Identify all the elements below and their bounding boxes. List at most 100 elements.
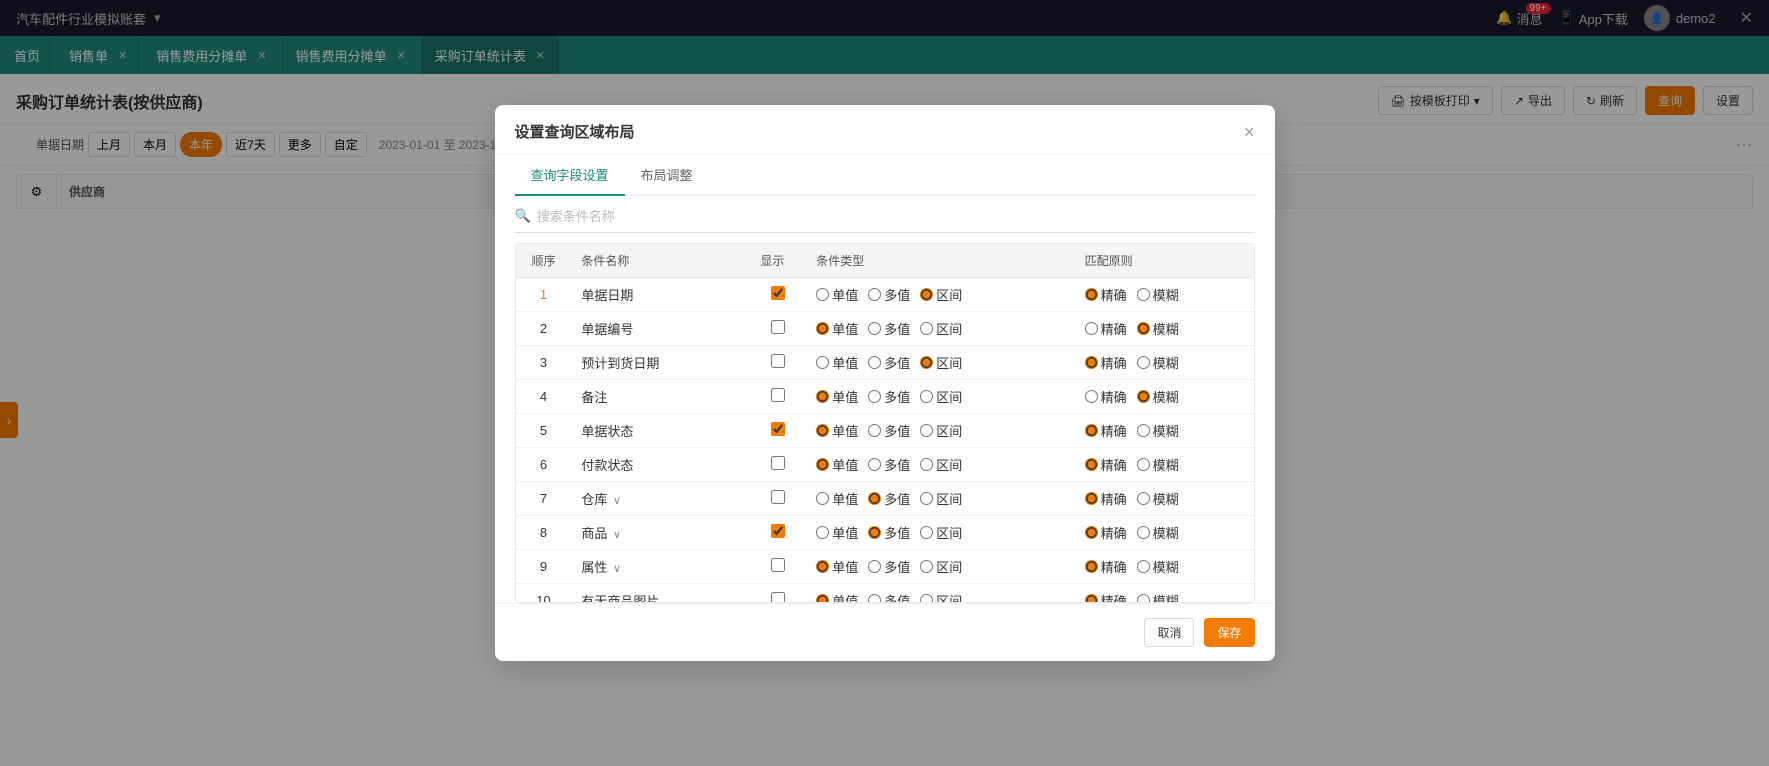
type-radio-单值[interactable]: [816, 390, 829, 403]
match-radio-模糊[interactable]: [1137, 356, 1150, 369]
expand-icon[interactable]: ∨: [613, 495, 621, 507]
match-radio-精确[interactable]: [1085, 560, 1098, 573]
show-checkbox[interactable]: [771, 490, 785, 504]
type-option-多值[interactable]: 多值: [868, 489, 910, 508]
type-radio-单值[interactable]: [816, 424, 829, 437]
match-option-精确[interactable]: 精确: [1085, 421, 1127, 440]
type-option-单值[interactable]: 单值: [816, 353, 858, 372]
match-radio-模糊[interactable]: [1137, 424, 1150, 437]
type-radio-区间[interactable]: [920, 356, 933, 369]
match-radio-模糊[interactable]: [1137, 594, 1150, 603]
type-radio-单值[interactable]: [816, 322, 829, 335]
match-option-精确[interactable]: 精确: [1085, 523, 1127, 542]
type-option-多值[interactable]: 多值: [868, 387, 910, 406]
type-option-单值[interactable]: 单值: [816, 489, 858, 508]
type-radio-区间[interactable]: [920, 492, 933, 505]
type-radio-多值[interactable]: [868, 492, 881, 505]
show-checkbox[interactable]: [771, 320, 785, 334]
match-option-精确[interactable]: 精确: [1085, 387, 1127, 406]
type-option-区间[interactable]: 区间: [920, 387, 962, 406]
match-radio-精确[interactable]: [1085, 594, 1098, 603]
type-radio-区间[interactable]: [920, 526, 933, 539]
match-radio-精确[interactable]: [1085, 424, 1098, 437]
type-radio-区间[interactable]: [920, 424, 933, 437]
save-button[interactable]: 保存: [1204, 618, 1254, 647]
type-radio-单值[interactable]: [816, 492, 829, 505]
type-radio-单值[interactable]: [816, 288, 829, 301]
type-option-多值[interactable]: 多值: [868, 523, 910, 542]
type-radio-区间[interactable]: [920, 560, 933, 573]
type-option-多值[interactable]: 多值: [868, 557, 910, 576]
type-option-单值[interactable]: 单值: [816, 557, 858, 576]
show-checkbox[interactable]: [771, 592, 785, 603]
dialog-tab-query-fields[interactable]: 查询字段设置: [515, 155, 625, 196]
match-option-模糊[interactable]: 模糊: [1137, 489, 1179, 508]
type-radio-多值[interactable]: [868, 458, 881, 471]
type-radio-多值[interactable]: [868, 526, 881, 539]
match-option-精确[interactable]: 精确: [1085, 591, 1127, 603]
match-option-模糊[interactable]: 模糊: [1137, 523, 1179, 542]
type-radio-区间[interactable]: [920, 594, 933, 603]
type-option-单值[interactable]: 单值: [816, 285, 858, 304]
type-radio-区间[interactable]: [920, 288, 933, 301]
match-radio-模糊[interactable]: [1137, 492, 1150, 505]
type-radio-多值[interactable]: [868, 424, 881, 437]
match-radio-精确[interactable]: [1085, 492, 1098, 505]
type-option-区间[interactable]: 区间: [920, 523, 962, 542]
type-option-多值[interactable]: 多值: [868, 591, 910, 603]
search-input[interactable]: [537, 209, 1255, 224]
type-radio-多值[interactable]: [868, 288, 881, 301]
type-option-单值[interactable]: 单值: [816, 591, 858, 603]
expand-icon[interactable]: ∨: [613, 529, 621, 541]
show-checkbox[interactable]: [771, 524, 785, 538]
match-option-模糊[interactable]: 模糊: [1137, 591, 1179, 603]
match-radio-模糊[interactable]: [1137, 526, 1150, 539]
type-radio-单值[interactable]: [816, 560, 829, 573]
type-radio-多值[interactable]: [868, 594, 881, 603]
type-option-区间[interactable]: 区间: [920, 421, 962, 440]
match-option-模糊[interactable]: 模糊: [1137, 353, 1179, 372]
match-radio-精确[interactable]: [1085, 288, 1098, 301]
type-option-单值[interactable]: 单值: [816, 421, 858, 440]
type-radio-多值[interactable]: [868, 322, 881, 335]
show-checkbox[interactable]: [771, 422, 785, 436]
cancel-button[interactable]: 取消: [1144, 618, 1194, 647]
match-option-模糊[interactable]: 模糊: [1137, 421, 1179, 440]
match-option-精确[interactable]: 精确: [1085, 455, 1127, 474]
type-option-多值[interactable]: 多值: [868, 319, 910, 338]
type-option-区间[interactable]: 区间: [920, 455, 962, 474]
type-option-单值[interactable]: 单值: [816, 387, 858, 406]
type-option-区间[interactable]: 区间: [920, 557, 962, 576]
match-option-模糊[interactable]: 模糊: [1137, 387, 1179, 406]
type-radio-单值[interactable]: [816, 458, 829, 471]
type-option-多值[interactable]: 多值: [868, 455, 910, 474]
type-radio-多值[interactable]: [868, 560, 881, 573]
match-radio-模糊[interactable]: [1137, 288, 1150, 301]
match-option-精确[interactable]: 精确: [1085, 319, 1127, 338]
type-option-多值[interactable]: 多值: [868, 421, 910, 440]
type-radio-单值[interactable]: [816, 526, 829, 539]
dialog-tab-layout[interactable]: 布局调整: [625, 155, 709, 196]
type-option-区间[interactable]: 区间: [920, 353, 962, 372]
show-checkbox[interactable]: [771, 558, 785, 572]
match-option-精确[interactable]: 精确: [1085, 285, 1127, 304]
type-radio-区间[interactable]: [920, 322, 933, 335]
show-checkbox[interactable]: [771, 286, 785, 300]
show-checkbox[interactable]: [771, 354, 785, 368]
match-option-模糊[interactable]: 模糊: [1137, 455, 1179, 474]
type-option-区间[interactable]: 区间: [920, 489, 962, 508]
match-radio-模糊[interactable]: [1137, 458, 1150, 471]
type-option-区间[interactable]: 区间: [920, 319, 962, 338]
type-radio-区间[interactable]: [920, 458, 933, 471]
match-radio-模糊[interactable]: [1137, 390, 1150, 403]
show-checkbox[interactable]: [771, 388, 785, 402]
dialog-close-button[interactable]: ×: [1244, 123, 1255, 141]
type-radio-单值[interactable]: [816, 594, 829, 603]
match-option-模糊[interactable]: 模糊: [1137, 285, 1179, 304]
match-radio-精确[interactable]: [1085, 322, 1098, 335]
match-radio-精确[interactable]: [1085, 356, 1098, 369]
match-radio-精确[interactable]: [1085, 458, 1098, 471]
type-option-区间[interactable]: 区间: [920, 591, 962, 603]
type-option-单值[interactable]: 单值: [816, 455, 858, 474]
type-radio-单值[interactable]: [816, 356, 829, 369]
